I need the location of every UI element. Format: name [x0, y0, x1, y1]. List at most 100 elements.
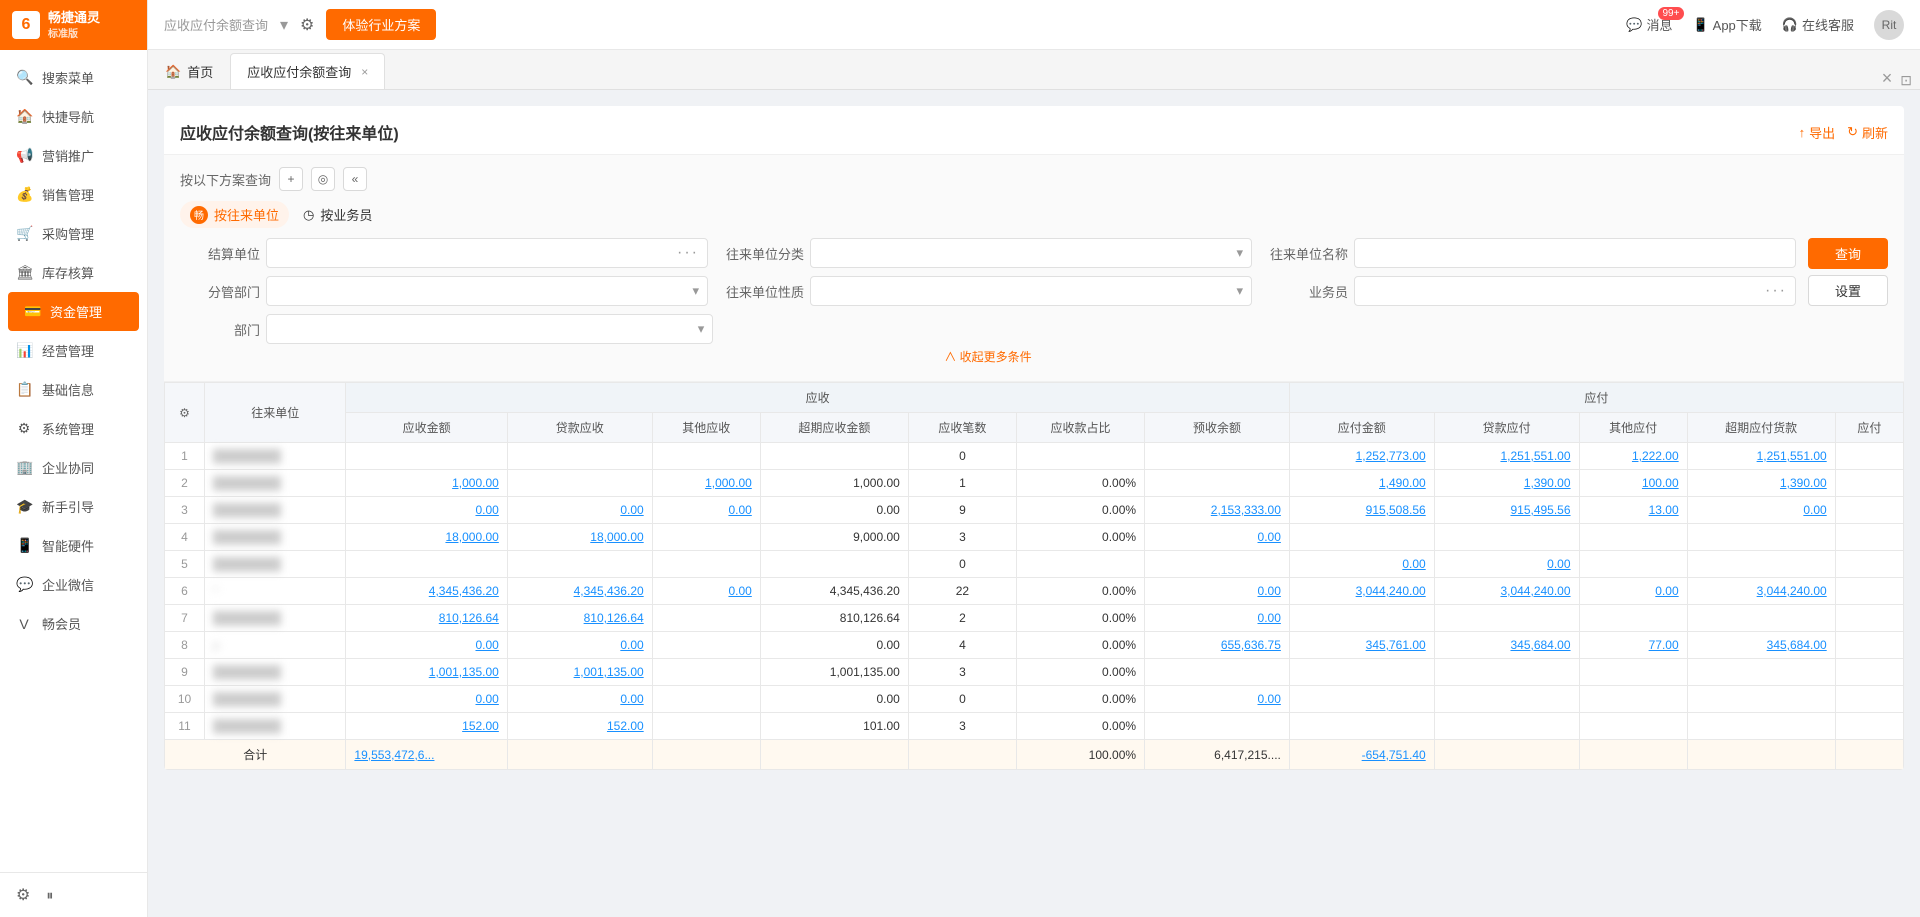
total-ar-amt[interactable]: 19,553,472,6... — [346, 740, 507, 770]
settlement-input[interactable]: ··· — [266, 238, 708, 268]
filter-settings-btn[interactable]: ◎ — [311, 167, 335, 191]
filter-collapse-btn[interactable]: « — [343, 167, 367, 191]
message-button[interactable]: 💬 消息 99+ — [1626, 15, 1672, 34]
sidebar-item-purchase[interactable]: 🛒采购管理 — [0, 214, 147, 253]
user-avatar[interactable]: Rit — [1874, 10, 1904, 40]
tab-close-window-icon[interactable]: × — [1882, 68, 1893, 89]
cell-link[interactable]: 1,222.00 — [1632, 449, 1679, 463]
sidebar-item-member[interactable]: V畅会员 — [0, 604, 147, 643]
cell-link[interactable]: 0.00 — [475, 692, 498, 706]
cell-link[interactable]: 915,495.56 — [1510, 503, 1570, 517]
cell-link[interactable]: 655,636.75 — [1221, 638, 1281, 652]
app-download-link[interactable]: 📱 App下载 — [1692, 15, 1761, 34]
sidebar-item-enterprise[interactable]: 🏢企业协同 — [0, 448, 147, 487]
cell-link[interactable]: 0.00 — [728, 503, 751, 517]
tab-home[interactable]: 🏠 首页 — [148, 53, 230, 89]
sidebar-item-operation[interactable]: 📊经营管理 — [0, 331, 147, 370]
cell-link[interactable]: 0.00 — [1258, 584, 1281, 598]
filter-option-by-unit[interactable]: 畅 按往来单位 — [180, 201, 289, 228]
unit-category-select[interactable]: ▾ — [810, 238, 1252, 268]
cell-link[interactable]: 0.00 — [1258, 611, 1281, 625]
cell-link[interactable]: 1,251,551.00 — [1757, 449, 1827, 463]
cell-link[interactable]: 1,000.00 — [452, 476, 499, 490]
cell-link[interactable]: 4,345,436.20 — [574, 584, 644, 598]
sidebar-item-hardware[interactable]: 📱智能硬件 — [0, 526, 147, 565]
cell-link[interactable]: 3,044,240.00 — [1500, 584, 1570, 598]
cell-link[interactable]: 0.00 — [1258, 692, 1281, 706]
cell-link[interactable]: 0.00 — [475, 638, 498, 652]
page-header: 应收应付余额查询(按往来单位) ↑ 导出 ↻ 刷新 — [164, 106, 1904, 155]
cell-link[interactable]: 1,001,135.00 — [574, 665, 644, 679]
unit-name-input[interactable] — [1354, 238, 1796, 268]
sidebar-item-inventory[interactable]: 🏛库存核算 — [0, 253, 147, 292]
section-dept-select[interactable]: ▾ — [266, 314, 713, 344]
cell-link[interactable]: 4,345,436.20 — [429, 584, 499, 598]
cell-link[interactable]: 0.00 — [1547, 557, 1570, 571]
online-service-link[interactable]: 🎧 在线客服 — [1782, 15, 1854, 34]
settings-gear-icon[interactable]: ⚙ — [16, 885, 30, 905]
query-button[interactable]: 查询 — [1808, 238, 1888, 269]
sidebar-item-quicknav[interactable]: 🏠快捷导航 — [0, 97, 147, 136]
tab-balance[interactable]: 应收应付余额查询 × — [230, 53, 385, 89]
collapse-icon[interactable]: ⏸ — [46, 887, 53, 904]
cell-link[interactable]: 1,490.00 — [1379, 476, 1426, 490]
cell-link[interactable]: 1,001,135.00 — [429, 665, 499, 679]
cell-link[interactable]: 0.00 — [728, 584, 751, 598]
setting-button[interactable]: 设置 — [1808, 275, 1888, 306]
cell-link[interactable]: 18,000.00 — [445, 530, 498, 544]
cell-link[interactable]: 77.00 — [1649, 638, 1679, 652]
cell-link[interactable]: 345,684.00 — [1510, 638, 1570, 652]
cell-link[interactable]: 1,000.00 — [705, 476, 752, 490]
sidebar-item-marketing[interactable]: 📢营销推广 — [0, 136, 147, 175]
sidebar-label-marketing: 营销推广 — [42, 146, 94, 165]
refresh-button[interactable]: ↻ 刷新 — [1847, 123, 1888, 142]
sidebar-item-search[interactable]: 🔍搜索菜单 — [0, 58, 147, 97]
cell-link[interactable]: 0.00 — [475, 503, 498, 517]
cell-link[interactable]: 13.00 — [1649, 503, 1679, 517]
tab-close-icon[interactable]: × — [361, 65, 368, 79]
cell-link[interactable]: 0.00 — [1655, 584, 1678, 598]
header-nav-dropdown[interactable]: ▾ — [280, 15, 288, 35]
cell-link[interactable]: 810,126.64 — [584, 611, 644, 625]
sidebar-item-finance[interactable]: 💳资金管理 — [8, 292, 139, 331]
sidebar-item-wechat[interactable]: 💬企业微信 — [0, 565, 147, 604]
sidebar-item-sales[interactable]: 💰销售管理 — [0, 175, 147, 214]
cell-link[interactable]: 345,684.00 — [1767, 638, 1827, 652]
cell-link[interactable]: 3,044,240.00 — [1757, 584, 1827, 598]
total-ap-amt[interactable]: -654,751.40 — [1289, 740, 1434, 770]
cell-link[interactable]: 100.00 — [1642, 476, 1679, 490]
cell-link[interactable]: 1,390.00 — [1780, 476, 1827, 490]
sidebar-item-system[interactable]: ⚙系统管理 — [0, 409, 147, 448]
filter-option-by-staff[interactable]: ◷ 按业务员 — [293, 201, 382, 228]
cell-link[interactable]: 2,153,333.00 — [1211, 503, 1281, 517]
cell-link[interactable]: 1,390.00 — [1524, 476, 1571, 490]
cell-link[interactable]: 152.00 — [462, 719, 499, 733]
sidebar-item-guide[interactable]: 🎓新手引导 — [0, 487, 147, 526]
header-gear-icon[interactable]: ⚙ — [300, 15, 314, 35]
sidebar-item-basic[interactable]: 📋基础信息 — [0, 370, 147, 409]
dept-select[interactable]: ▾ — [266, 276, 708, 306]
filter-add-btn[interactable]: + — [279, 167, 303, 191]
table-gear-icon[interactable]: ⚙ — [179, 406, 190, 420]
cell-link[interactable]: 810,126.64 — [439, 611, 499, 625]
collapse-more-btn[interactable]: ∧ 收起更多条件 — [180, 344, 1796, 369]
cell-link[interactable]: 0.00 — [620, 692, 643, 706]
promo-button[interactable]: 体验行业方案 — [326, 9, 436, 40]
row-ap-amt — [1289, 605, 1434, 632]
cell-link[interactable]: 0.00 — [1258, 530, 1281, 544]
cell-link[interactable]: 0.00 — [620, 503, 643, 517]
cell-link[interactable]: 345,761.00 — [1366, 638, 1426, 652]
export-button[interactable]: ↑ 导出 — [1799, 123, 1836, 142]
cell-link[interactable]: 0.00 — [1402, 557, 1425, 571]
cell-link[interactable]: 1,252,773.00 — [1356, 449, 1426, 463]
tab-expand-icon[interactable]: ⊡ — [1900, 72, 1912, 89]
salesperson-input[interactable]: ··· — [1354, 276, 1796, 306]
cell-link[interactable]: 3,044,240.00 — [1356, 584, 1426, 598]
cell-link[interactable]: 18,000.00 — [590, 530, 643, 544]
cell-link[interactable]: 0.00 — [1803, 503, 1826, 517]
cell-link[interactable]: 0.00 — [620, 638, 643, 652]
unit-nature-select[interactable]: ▾ — [810, 276, 1252, 306]
cell-link[interactable]: 1,251,551.00 — [1500, 449, 1570, 463]
cell-link[interactable]: 152.00 — [607, 719, 644, 733]
cell-link[interactable]: 915,508.56 — [1366, 503, 1426, 517]
